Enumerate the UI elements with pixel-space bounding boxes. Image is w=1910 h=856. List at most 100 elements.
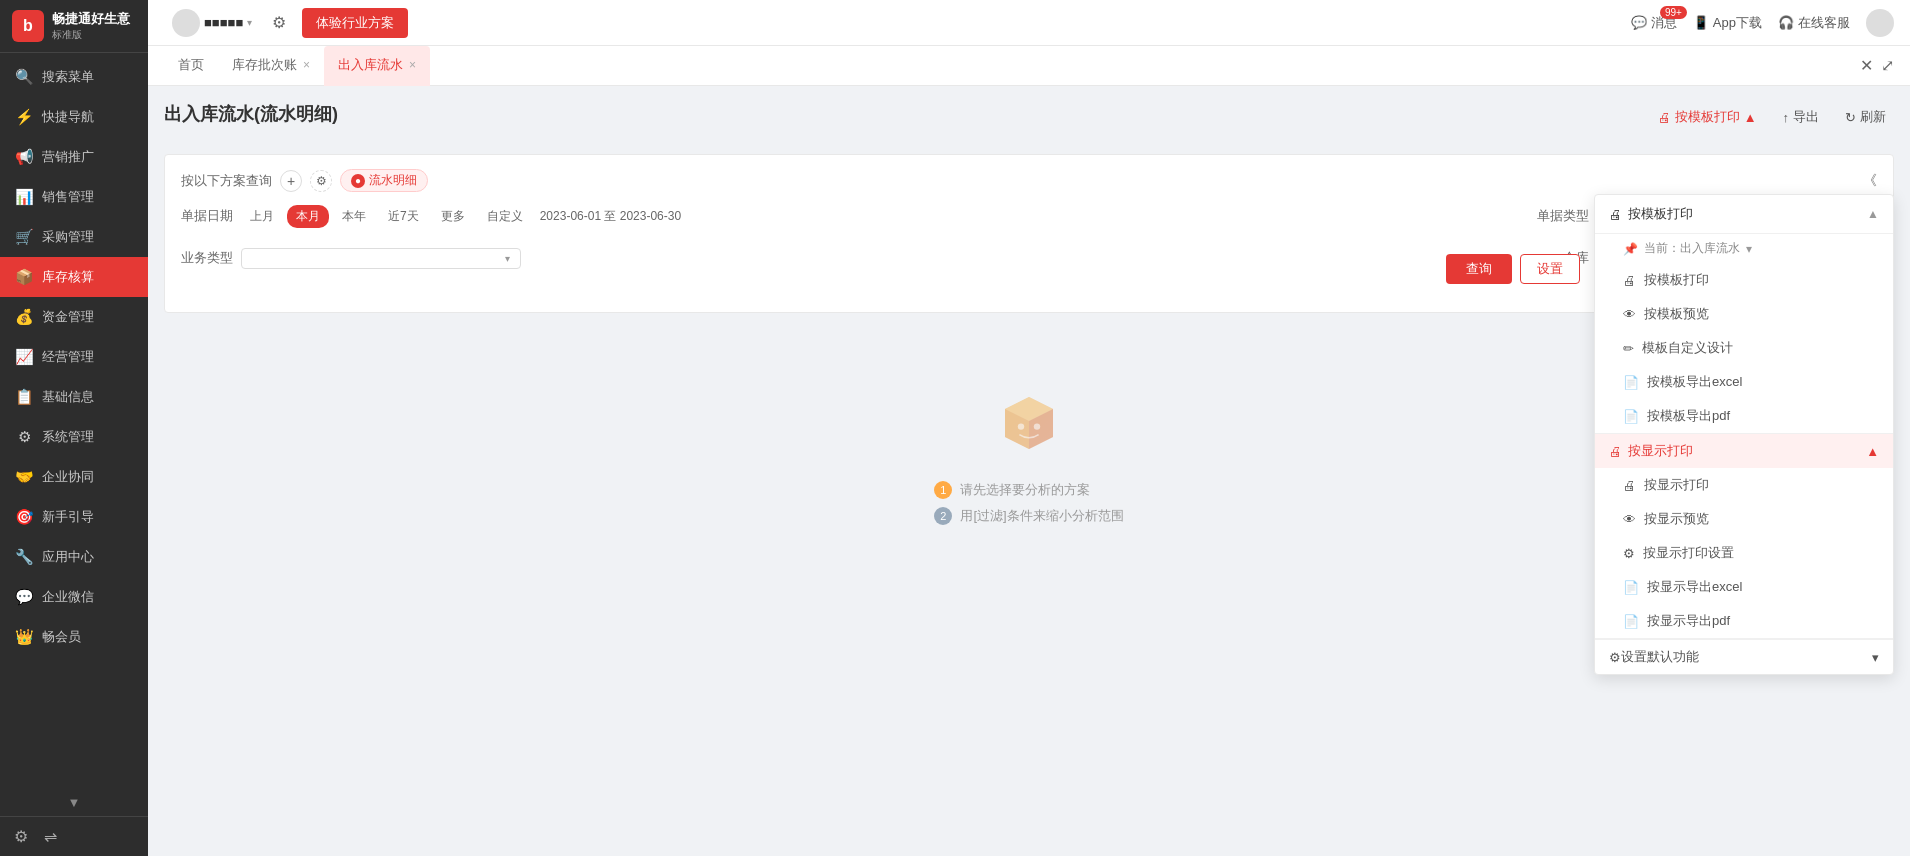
brand-name: 畅捷通好生意	[52, 11, 130, 28]
display-print-item[interactable]: 🖨 按显示打印	[1595, 468, 1893, 502]
marketing-icon: 📢	[14, 147, 34, 167]
display-settings-icon: ⚙	[1623, 546, 1635, 561]
filter-header: 按以下方案查询 + ⚙ ● 流水明细 《	[181, 169, 1877, 192]
sidebar-item-inventory[interactable]: 📦 库存核算	[0, 257, 148, 297]
date-tag-7days[interactable]: 近7天	[379, 205, 428, 228]
date-tag-custom[interactable]: 自定义	[478, 205, 532, 228]
header-gear-icon[interactable]: ⚙	[272, 13, 286, 32]
filter-tag: ● 流水明细	[340, 169, 428, 192]
current-icon: 📌	[1623, 242, 1638, 256]
export-button[interactable]: ↑ 导出	[1775, 104, 1828, 130]
tab-close-all-icon[interactable]: ✕	[1860, 56, 1873, 75]
display-excel-label: 按显示导出excel	[1647, 578, 1742, 596]
tab-warehouse-flow[interactable]: 出入库流水 ×	[324, 46, 430, 86]
tab-label: 库存批次账	[232, 56, 297, 74]
template-preview-item[interactable]: 👁 按模板预览	[1595, 297, 1893, 331]
trial-button[interactable]: 体验行业方案	[302, 8, 408, 38]
display-print-icon: 🖨	[1623, 478, 1636, 493]
template-pdf-icon: 📄	[1623, 409, 1639, 424]
filter-tag-icon: ●	[351, 174, 365, 188]
sidebar-item-label: 资金管理	[42, 308, 94, 326]
user-name: ■■■■■	[204, 15, 243, 30]
sidebar-item-basic[interactable]: 📋 基础信息	[0, 377, 148, 417]
business-type-select[interactable]: ▾	[241, 248, 521, 269]
purchase-icon: 🛒	[14, 227, 34, 247]
display-preview-item[interactable]: 👁 按显示预览	[1595, 502, 1893, 536]
template-custom-item[interactable]: ✏ 模板自定义设计	[1595, 331, 1893, 365]
filter-collapse-left-icon[interactable]: 《	[1863, 172, 1877, 190]
online-service-button[interactable]: 🎧 在线客服	[1778, 14, 1850, 32]
sidebar-item-wechat[interactable]: 💬 企业微信	[0, 577, 148, 617]
gear-icon: ⚙	[1609, 650, 1621, 665]
display-pdf-label: 按显示导出pdf	[1647, 612, 1730, 630]
sidebar-nav: 🔍 搜索菜单 ⚡ 快捷导航 📢 营销推广 📊 销售管理 🛒 采购管理 📦	[0, 53, 148, 789]
template-export-excel-item[interactable]: 📄 按模板导出excel	[1595, 365, 1893, 399]
sidebar-item-cooperation[interactable]: 🤝 企业协同	[0, 457, 148, 497]
query-button[interactable]: 查询	[1446, 254, 1512, 284]
app-download-button[interactable]: 📱 App下载	[1693, 14, 1762, 32]
sidebar-item-label: 销售管理	[42, 188, 94, 206]
filter-label: 按以下方案查询	[181, 172, 272, 190]
sidebar-item-label: 库存核算	[42, 268, 94, 286]
sidebar-item-app-center[interactable]: 🔧 应用中心	[0, 537, 148, 577]
tab-close-icon[interactable]: ×	[409, 58, 416, 72]
tab-close-icon[interactable]: ×	[303, 58, 310, 72]
refresh-button[interactable]: ↻ 刷新	[1837, 104, 1894, 130]
sidebar-item-marketing[interactable]: 📢 营销推广	[0, 137, 148, 177]
voucher-type-label: 单据类型	[1537, 207, 1589, 225]
chevron-up-icon: ▲	[1744, 110, 1757, 125]
set-default-label: 设置默认功能	[1621, 648, 1699, 666]
sidebar: b 畅捷通好生意 标准版 🔍 搜索菜单 ⚡ 快捷导航 📢 营销推广 📊 销售管理	[0, 0, 148, 856]
sidebar-item-guide[interactable]: 🎯 新手引导	[0, 497, 148, 537]
display-pdf-item[interactable]: 📄 按显示导出pdf	[1595, 604, 1893, 638]
tab-right-icons: ✕ ⤢	[1860, 56, 1894, 75]
dropdown-header: 🖨 按模板打印 ▲	[1595, 195, 1893, 234]
tab-expand-icon[interactable]: ⤢	[1881, 56, 1894, 75]
sidebar-item-finance[interactable]: 💰 资金管理	[0, 297, 148, 337]
filter-add-button[interactable]: +	[280, 170, 302, 192]
print-template-button[interactable]: 🖨 按模板打印 ▲	[1650, 104, 1765, 130]
sidebar-item-member[interactable]: 👑 畅会员	[0, 617, 148, 657]
sidebar-item-label: 采购管理	[42, 228, 94, 246]
date-tag-this-year[interactable]: 本年	[333, 205, 375, 228]
print-header-icon: 🖨	[1609, 207, 1622, 222]
header-user-avatar[interactable]	[1866, 9, 1894, 37]
sidebar-item-label: 企业微信	[42, 588, 94, 606]
sidebar-item-sales[interactable]: 📊 销售管理	[0, 177, 148, 217]
tab-inventory-batch[interactable]: 库存批次账 ×	[218, 46, 324, 86]
dropdown-close-icon[interactable]: ▲	[1867, 207, 1879, 221]
display-excel-item[interactable]: 📄 按显示导出excel	[1595, 570, 1893, 604]
date-tag-more[interactable]: 更多	[432, 205, 474, 228]
empty-step-1: 1 请先选择要分析的方案	[934, 481, 1123, 499]
template-print-icon: 🖨	[1623, 273, 1636, 288]
sidebar-item-purchase[interactable]: 🛒 采购管理	[0, 217, 148, 257]
display-print-settings-item[interactable]: ⚙ 按显示打印设置	[1595, 536, 1893, 570]
display-print-label: 按显示打印	[1644, 476, 1709, 494]
sidebar-scroll-down[interactable]: ▼	[0, 789, 148, 816]
date-tag-last-month[interactable]: 上月	[241, 205, 283, 228]
search-icon: 🔍	[14, 67, 34, 87]
date-tag-this-month[interactable]: 本月	[287, 205, 329, 228]
sidebar-item-search[interactable]: 🔍 搜索菜单	[0, 57, 148, 97]
message-button[interactable]: 💬 消息 99+	[1631, 14, 1677, 32]
sidebar-toggle-icon[interactable]: ⇌	[44, 827, 57, 846]
sidebar-item-label: 基础信息	[42, 388, 94, 406]
user-area[interactable]: ■■■■■ ▾	[164, 5, 260, 41]
filter-date-item: 单据日期 上月 本月 本年 近7天 更多 自定义 2023-06-01 至 20…	[181, 205, 681, 228]
sidebar-item-operation[interactable]: 📈 经营管理	[0, 337, 148, 377]
template-preview-label: 按模板预览	[1644, 305, 1709, 323]
tab-home[interactable]: 首页	[164, 46, 218, 86]
sidebar-item-quick-nav[interactable]: ⚡ 快捷导航	[0, 97, 148, 137]
settings-button[interactable]: 设置	[1520, 254, 1580, 284]
header-left: ■■■■■ ▾ ⚙ 体验行业方案	[164, 5, 1631, 41]
settings-icon[interactable]: ⚙	[14, 827, 28, 846]
sidebar-item-system[interactable]: ⚙ 系统管理	[0, 417, 148, 457]
display-section-arrow-icon[interactable]: ▲	[1866, 444, 1879, 459]
filter-setting-button[interactable]: ⚙	[310, 170, 332, 192]
step2-label: 用[过滤]条件来缩小分析范围	[960, 507, 1123, 525]
header-avatar	[1866, 9, 1894, 37]
step1-number: 1	[934, 481, 952, 499]
template-export-pdf-item[interactable]: 📄 按模板导出pdf	[1595, 399, 1893, 433]
template-print-item[interactable]: 🖨 按模板打印	[1595, 263, 1893, 297]
set-default-button[interactable]: ⚙ 设置默认功能 ▾	[1595, 639, 1893, 674]
